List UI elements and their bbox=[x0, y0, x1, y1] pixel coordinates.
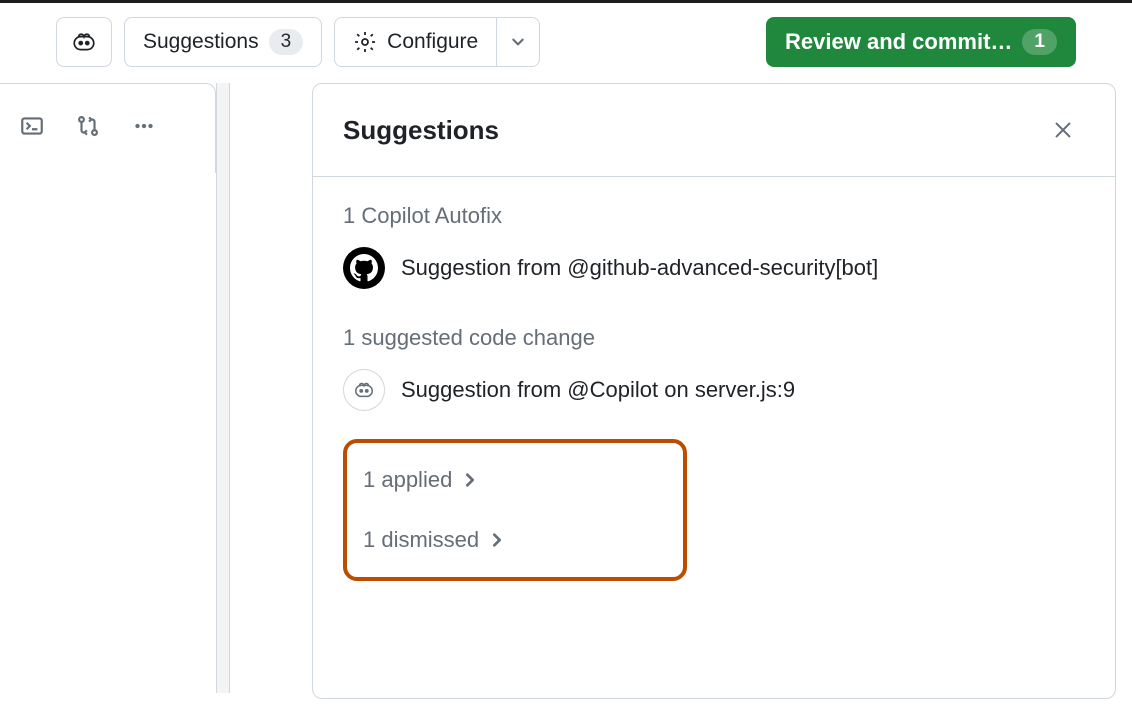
autofix-suggestion-row[interactable]: Suggestion from @github-advanced-securit… bbox=[343, 247, 1085, 289]
chevron-right-icon bbox=[489, 532, 505, 548]
codechange-section-label: 1 suggested code change bbox=[343, 325, 1085, 351]
suggestions-label: Suggestions bbox=[143, 30, 259, 54]
configure-dropdown-button[interactable] bbox=[497, 17, 540, 67]
git-compare-icon bbox=[75, 113, 101, 139]
suggestions-count-badge: 3 bbox=[269, 29, 304, 55]
github-avatar bbox=[343, 247, 385, 289]
autofix-section-label: 1 Copilot Autofix bbox=[343, 203, 1085, 229]
layout: Suggestions 1 Copilot Autofix bbox=[0, 83, 1132, 715]
codechange-suggestion-row[interactable]: Suggestion from @Copilot on server.js:9 bbox=[343, 369, 1085, 411]
highlight-box: 1 applied 1 dismissed bbox=[343, 439, 687, 581]
suggestions-button[interactable]: Suggestions 3 bbox=[124, 17, 322, 67]
dismissed-row[interactable]: 1 dismissed bbox=[363, 521, 667, 559]
configure-button[interactable]: Configure bbox=[334, 17, 497, 67]
github-mark-icon bbox=[350, 254, 378, 282]
vertical-divider[interactable] bbox=[216, 83, 230, 693]
copilot-button[interactable] bbox=[56, 17, 112, 67]
terminal-icon bbox=[19, 113, 45, 139]
close-icon bbox=[1052, 119, 1074, 141]
caret-down-icon bbox=[511, 35, 525, 49]
review-commit-button[interactable]: Review and commit… 1 bbox=[766, 17, 1076, 67]
suggestions-panel: Suggestions 1 Copilot Autofix bbox=[312, 83, 1116, 699]
configure-label: Configure bbox=[387, 30, 478, 54]
panel-header: Suggestions bbox=[313, 84, 1115, 177]
chevron-right-icon bbox=[462, 472, 478, 488]
close-button[interactable] bbox=[1041, 108, 1085, 152]
terminal-button[interactable] bbox=[10, 104, 54, 148]
panel-body: 1 Copilot Autofix Suggestion from @githu… bbox=[313, 177, 1115, 607]
codechange-suggestion-text: Suggestion from @Copilot on server.js:9 bbox=[401, 377, 795, 403]
toolbar: Suggestions 3 Configure Review and commi… bbox=[0, 3, 1132, 83]
configure-button-group: Configure bbox=[334, 17, 540, 67]
autofix-suggestion-text: Suggestion from @github-advanced-securit… bbox=[401, 255, 878, 281]
dismissed-label: 1 dismissed bbox=[363, 527, 479, 553]
copilot-icon bbox=[353, 379, 375, 401]
gear-icon bbox=[353, 30, 377, 54]
panel-title: Suggestions bbox=[343, 115, 499, 146]
review-commit-count-badge: 1 bbox=[1022, 29, 1057, 55]
left-rail bbox=[0, 83, 216, 173]
review-commit-label: Review and commit… bbox=[785, 29, 1012, 55]
more-button[interactable] bbox=[122, 104, 166, 148]
kebab-icon bbox=[131, 113, 157, 139]
copilot-icon bbox=[71, 29, 97, 55]
applied-label: 1 applied bbox=[363, 467, 452, 493]
applied-row[interactable]: 1 applied bbox=[363, 461, 667, 499]
copilot-avatar bbox=[343, 369, 385, 411]
git-compare-button[interactable] bbox=[66, 104, 110, 148]
left-column bbox=[0, 83, 306, 715]
